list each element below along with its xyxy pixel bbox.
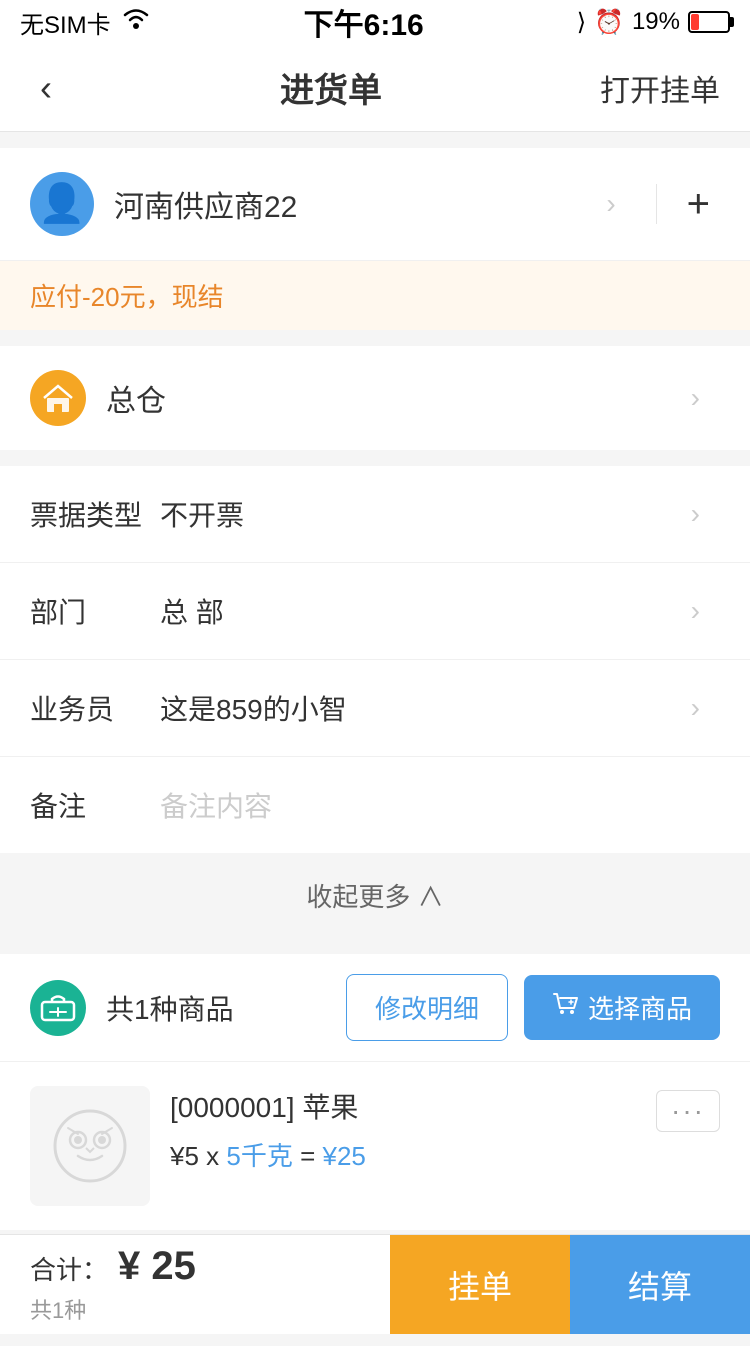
battery-percent: 19% — [632, 8, 680, 36]
edit-detail-button[interactable]: 修改明细 — [346, 974, 508, 1041]
department-row[interactable]: 部门 总 部 › — [0, 563, 750, 660]
product-thumbnail — [30, 1086, 150, 1206]
divider — [656, 184, 657, 224]
back-button[interactable]: ‹ — [30, 57, 62, 119]
product-section: 共1种商品 修改明细 选择商品 — [0, 954, 750, 1230]
alarm-icon: ⏰ — [594, 8, 624, 37]
warehouse-row[interactable]: 总仓 › — [0, 346, 750, 450]
department-chevron-icon: › — [691, 595, 700, 627]
page-title: 进货单 — [280, 63, 382, 112]
product-info: [0000001] 苹果 ¥5 x 5千克 = ¥25 — [170, 1086, 656, 1206]
product-item: [0000001] 苹果 ¥5 x 5千克 = ¥25 ··· — [0, 1061, 750, 1230]
product-header: 共1种商品 修改明细 选择商品 — [0, 954, 750, 1061]
footer-total-area: 合计： ¥ 25 共1种 — [0, 1235, 390, 1334]
salesman-value: 这是859的小智 — [150, 688, 691, 728]
supplier-avatar: 👤 — [30, 172, 94, 236]
product-thumb-icon — [50, 1106, 130, 1186]
salesman-label: 业务员 — [30, 688, 150, 728]
open-hang-button[interactable]: 打开挂单 — [600, 66, 720, 110]
warehouse-chevron-icon: › — [691, 382, 700, 414]
total-sub: 共1种 — [30, 1293, 360, 1325]
salesman-chevron-icon: › — [691, 692, 700, 724]
invoice-chevron-icon: › — [691, 498, 700, 530]
supplier-chevron-icon: › — [606, 188, 615, 220]
total-label: 合计： — [30, 1250, 108, 1287]
nav-bar: ‹ 进货单 打开挂单 — [0, 44, 750, 132]
department-label: 部门 — [30, 591, 150, 631]
footer: 合计： ¥ 25 共1种 挂单 结算 — [0, 1234, 750, 1334]
footer-total-top: 合计： ¥ 25 — [30, 1244, 360, 1289]
add-button[interactable]: + — [677, 182, 720, 227]
product-more-area: ··· — [656, 1086, 720, 1206]
invoice-row[interactable]: 票据类型 不开票 › — [0, 466, 750, 563]
person-icon: 👤 — [38, 182, 85, 226]
supplier-alert: 应付-20元，现结 — [0, 261, 750, 330]
cart-icon — [552, 992, 580, 1023]
product-count-icon — [30, 980, 86, 1036]
collapse-button[interactable]: 收起更多 ∧ — [0, 853, 750, 938]
invoice-value: 不开票 — [150, 494, 691, 534]
product-more-button[interactable]: ··· — [656, 1090, 720, 1132]
status-right: ⟩ ⏰ 19% — [577, 8, 730, 37]
select-product-button[interactable]: 选择商品 — [524, 975, 720, 1040]
status-time: 下午6:16 — [304, 0, 424, 44]
carrier-text: 无SIM卡 — [20, 5, 111, 40]
supplier-name: 河南供应商22 — [114, 182, 606, 226]
battery-icon — [688, 11, 730, 33]
supplier-section: 👤 河南供应商22 › + 应付-20元，现结 — [0, 148, 750, 330]
total-amount: ¥ 25 — [118, 1244, 196, 1289]
remark-row[interactable]: 备注 备注内容 — [0, 757, 750, 853]
checkout-button[interactable]: 结算 — [570, 1235, 750, 1334]
product-price: ¥5 x 5千克 = ¥25 — [170, 1136, 656, 1173]
warehouse-section: 总仓 › — [0, 346, 750, 450]
status-left: 无SIM卡 — [20, 5, 151, 40]
location-icon: ⟩ — [577, 8, 586, 37]
remark-label: 备注 — [30, 785, 150, 825]
department-value: 总 部 — [150, 591, 691, 631]
warehouse-icon — [30, 370, 86, 426]
supplier-row[interactable]: 👤 河南供应商22 › + — [0, 148, 750, 261]
salesman-row[interactable]: 业务员 这是859的小智 › — [0, 660, 750, 757]
status-bar: 无SIM卡 下午6:16 ⟩ ⏰ 19% — [0, 0, 750, 44]
product-name: [0000001] 苹果 — [170, 1086, 656, 1126]
wifi-icon — [121, 8, 151, 37]
remark-input[interactable]: 备注内容 — [150, 785, 720, 825]
hang-button[interactable]: 挂单 — [390, 1235, 570, 1334]
form-section: 票据类型 不开票 › 部门 总 部 › 业务员 这是859的小智 › 备注 备注… — [0, 466, 750, 853]
product-count-text: 共1种商品 — [106, 988, 346, 1028]
warehouse-name: 总仓 — [106, 376, 691, 420]
invoice-label: 票据类型 — [30, 494, 150, 534]
